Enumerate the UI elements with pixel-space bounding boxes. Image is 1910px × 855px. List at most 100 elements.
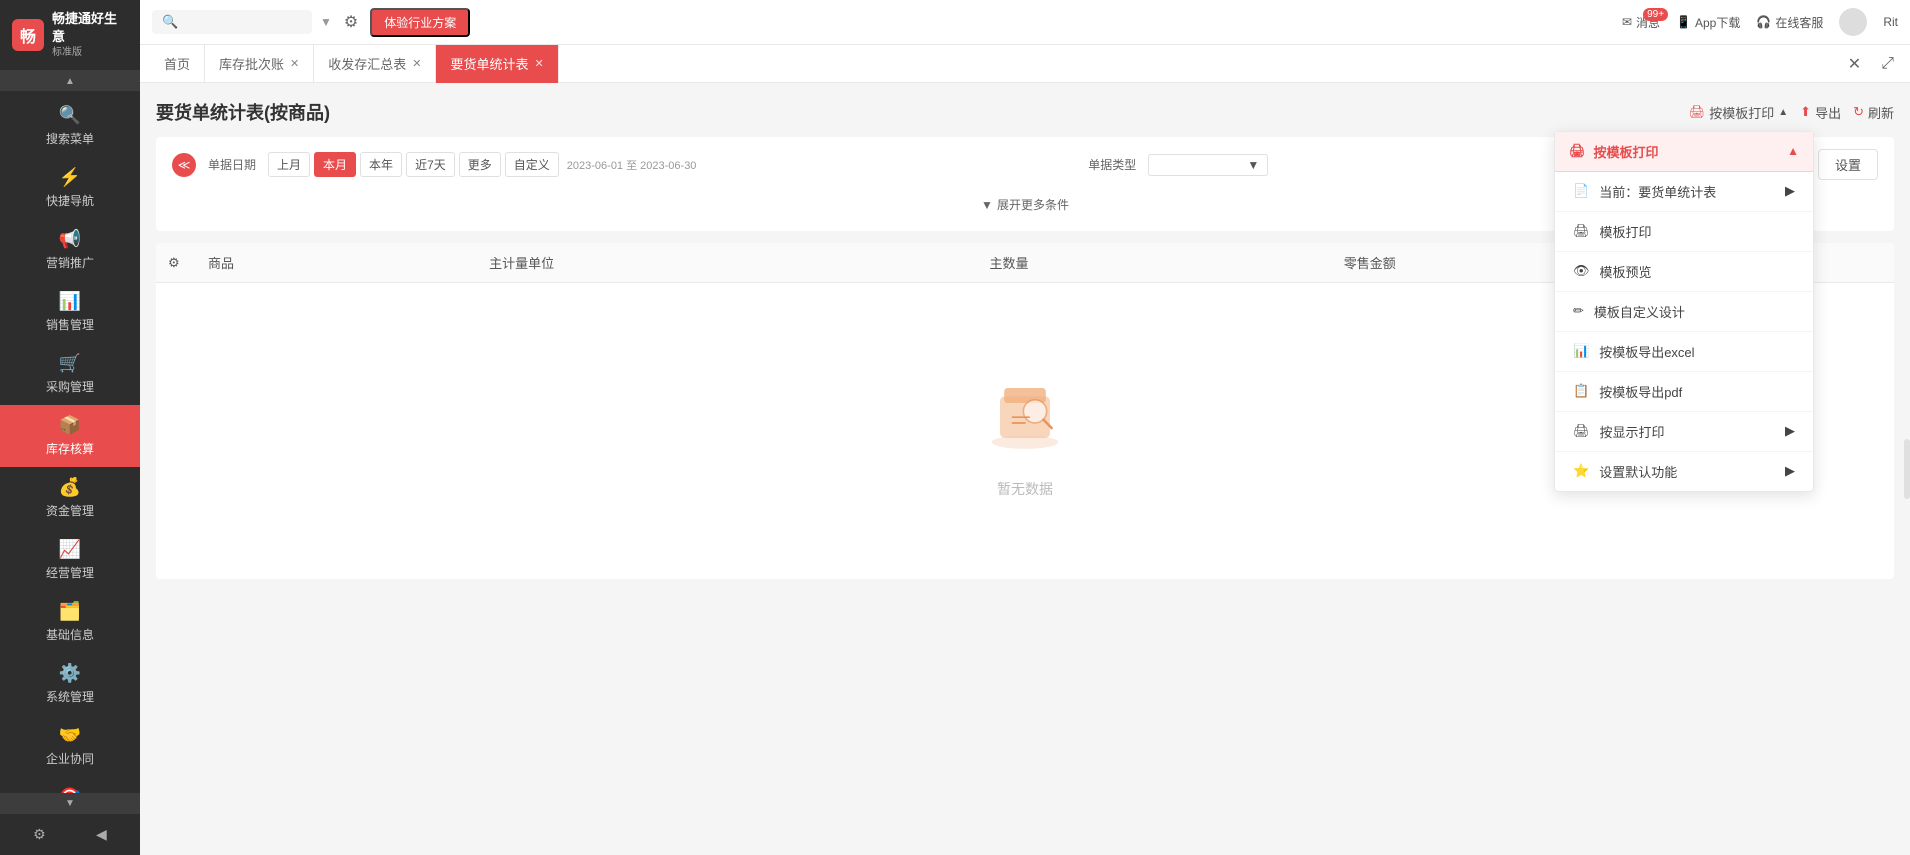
avatar[interactable] xyxy=(1839,8,1867,36)
sidebar-item-sales[interactable]: 📊 销售管理 xyxy=(0,281,140,343)
tab-receipt-summary[interactable]: 收发存汇总表 ✕ xyxy=(314,45,436,83)
date-btn-custom[interactable]: 自定义 xyxy=(505,152,559,177)
search-icon: 🔍 xyxy=(162,14,178,30)
promo-button[interactable]: 体验行业方案 xyxy=(370,8,470,37)
dropdown-collapse-icon[interactable]: ▲ xyxy=(1787,144,1799,158)
tab-receipt-summary-close[interactable]: ✕ xyxy=(412,57,421,70)
refresh-btn[interactable]: ↻ 刷新 xyxy=(1853,103,1894,122)
date-btn-7days[interactable]: 近7天 xyxy=(406,152,455,177)
dropdown-current-template[interactable]: 📄 当前：要货单统计表 ▶ xyxy=(1555,172,1813,212)
dropdown-template-preview[interactable]: 👁 模板预览 xyxy=(1555,252,1813,292)
tab-order-stats[interactable]: 要货单统计表 ✕ xyxy=(436,45,558,83)
online-service-btn[interactable]: 🎧 在线客服 xyxy=(1756,14,1823,31)
tab-batch[interactable]: 库存批次账 ✕ xyxy=(205,45,314,83)
sidebar-scroll-down[interactable]: ▼ xyxy=(0,793,140,813)
sidebar-item-label: 库存核算 xyxy=(46,440,94,457)
col-quantity-header: 主数量 xyxy=(978,243,1332,283)
sidebar-scroll-up[interactable]: ▲ xyxy=(0,71,140,91)
app-download-icon: 📱 xyxy=(1676,15,1691,29)
sidebar-nav: 🔍 搜索菜单 ⚡ 快捷导航 📢 营销推广 📊 销售管理 🛒 采购管理 📦 库存核… xyxy=(0,91,140,793)
template-icon: 📄 xyxy=(1573,183,1589,199)
tabs-bar: 首页 库存批次账 ✕ 收发存汇总表 ✕ 要货单统计表 ✕ ✕ ⤢ xyxy=(140,45,1910,83)
message-btn[interactable]: ✉ 消息 99+ xyxy=(1622,14,1660,31)
print-dropdown-menu: 🖨 按模板打印 ▲ 📄 当前：要货单统计表 ▶ 🖨 xyxy=(1554,131,1814,492)
search-dropdown-btn[interactable]: ▼ xyxy=(320,15,332,29)
empty-state-illustration xyxy=(975,363,1075,463)
tab-order-stats-label: 要货单统计表 xyxy=(450,54,528,73)
expand-more-conditions-btn[interactable]: ▼ 展开更多条件 xyxy=(981,190,1069,219)
tab-maximize-btn[interactable]: ⤢ xyxy=(1875,53,1900,75)
col-settings-header: ⚙ xyxy=(156,243,196,283)
search-icon: 🔍 xyxy=(59,105,81,126)
print-label: 按模板打印 xyxy=(1709,103,1774,122)
dropdown-template-pdf[interactable]: 📋 按模板导出pdf xyxy=(1555,372,1813,412)
date-filter-label: 单据日期 xyxy=(208,156,256,173)
settings-gear-icon[interactable]: ⚙ xyxy=(344,12,358,32)
date-btn-last-month[interactable]: 上月 xyxy=(268,152,310,177)
edit-icon: ✏ xyxy=(1573,303,1584,319)
search-input[interactable] xyxy=(184,15,264,29)
sidebar-item-search[interactable]: 🔍 搜索菜单 xyxy=(0,95,140,157)
type-filter-label: 单据类型 xyxy=(1088,156,1136,173)
template-print-label: 模板打印 xyxy=(1600,222,1652,241)
date-btn-more[interactable]: 更多 xyxy=(459,152,501,177)
date-btn-this-month[interactable]: 本月 xyxy=(314,152,356,177)
template-excel-label: 按模板导出excel xyxy=(1599,342,1694,361)
message-icon: ✉ xyxy=(1622,15,1632,29)
online-service-label: 在线客服 xyxy=(1775,14,1823,31)
tab-batch-close[interactable]: ✕ xyxy=(290,57,299,70)
default-func-label: 设置默认功能 xyxy=(1599,462,1677,481)
date-selector: 上月 本月 本年 近7天 更多 自定义 2023-06-01 至 2023-06… xyxy=(268,152,696,177)
dropdown-display-print[interactable]: 🖨 按显示打印 ▶ xyxy=(1555,412,1813,452)
type-select[interactable]: ▼ xyxy=(1148,154,1268,176)
print-btn[interactable]: 🖨 按模板打印 ▲ xyxy=(1689,103,1788,122)
sidebar-item-guide[interactable]: 🎯 新手引导 xyxy=(0,777,140,793)
print-chevron-icon: ▲ xyxy=(1778,107,1788,118)
column-settings-icon[interactable]: ⚙ xyxy=(168,255,180,270)
date-range-display: 2023-06-01 至 2023-06-30 xyxy=(567,157,697,173)
sidebar-item-inventory[interactable]: 📦 库存核算 xyxy=(0,405,140,467)
sidebar-item-purchase[interactable]: 🛒 采购管理 xyxy=(0,343,140,405)
export-icon: ⬆ xyxy=(1800,104,1811,120)
dropdown-template-custom[interactable]: ✏ 模板自定义设计 xyxy=(1555,292,1813,332)
topbar-search-box[interactable]: 🔍 xyxy=(152,10,312,34)
sidebar-bottom: ⚙ ◀ xyxy=(0,813,140,855)
logo-icon: 畅 xyxy=(12,19,44,51)
col-goods-header: 商品 xyxy=(196,243,477,283)
sidebar-item-cooperation[interactable]: 🤝 企业协同 xyxy=(0,715,140,777)
topbar-right: ✉ 消息 99+ 📱 App下载 🎧 在线客服 Rit xyxy=(1622,8,1898,36)
tab-batch-label: 库存批次账 xyxy=(219,54,284,73)
app-version: 标准版 xyxy=(52,46,128,60)
dropdown-default-func[interactable]: ⭐ 设置默认功能 ▶ xyxy=(1555,452,1813,491)
app-download-btn[interactable]: 📱 App下载 xyxy=(1676,14,1740,31)
sidebar-item-marketing[interactable]: 📢 营销推广 xyxy=(0,219,140,281)
sidebar-collapse-btn[interactable]: ◀ xyxy=(92,822,111,847)
right-scrollbar[interactable] xyxy=(1904,439,1910,499)
settings-button[interactable]: 设置 xyxy=(1818,149,1878,180)
sidebar-item-system[interactable]: ⚙️ 系统管理 xyxy=(0,653,140,715)
page-content: 要货单统计表(按商品) 🖨 按模板打印 ▲ ⬆ 导出 ↻ 刷新 xyxy=(140,83,1910,855)
sidebar-item-label: 销售管理 xyxy=(46,316,94,333)
sidebar-item-label: 快捷导航 xyxy=(46,192,94,209)
sidebar-item-quick-nav[interactable]: ⚡ 快捷导航 xyxy=(0,157,140,219)
display-print-label: 按显示打印 xyxy=(1600,422,1665,441)
chevron-right3-icon: ▶ xyxy=(1785,463,1795,479)
sidebar-item-operations[interactable]: 📈 经营管理 xyxy=(0,529,140,591)
sidebar-item-base[interactable]: 🗂️ 基础信息 xyxy=(0,591,140,653)
export-btn[interactable]: ⬆ 导出 xyxy=(1800,103,1841,122)
dropdown-template-print[interactable]: 🖨 模板打印 xyxy=(1555,212,1813,252)
filter-collapse-btn[interactable]: ≪ xyxy=(172,153,196,177)
dropdown-template-excel[interactable]: 📊 按模板导出excel xyxy=(1555,332,1813,372)
dropdown-header[interactable]: 🖨 按模板打印 ▲ xyxy=(1555,132,1813,172)
tab-close-window-btn[interactable]: ✕ xyxy=(1842,52,1867,76)
empty-state-text: 暂无数据 xyxy=(997,479,1053,499)
date-btn-this-year[interactable]: 本年 xyxy=(360,152,402,177)
tab-home[interactable]: 首页 xyxy=(150,45,205,83)
sidebar-item-label: 经营管理 xyxy=(46,564,94,581)
sidebar-item-finance[interactable]: 💰 资金管理 xyxy=(0,467,140,529)
sidebar-settings-btn[interactable]: ⚙ xyxy=(29,822,50,847)
tab-order-stats-close[interactable]: ✕ xyxy=(535,57,544,70)
template-custom-label: 模板自定义设计 xyxy=(1594,302,1685,321)
base-icon: 🗂️ xyxy=(59,601,81,622)
chevron-right2-icon: ▶ xyxy=(1785,423,1795,439)
